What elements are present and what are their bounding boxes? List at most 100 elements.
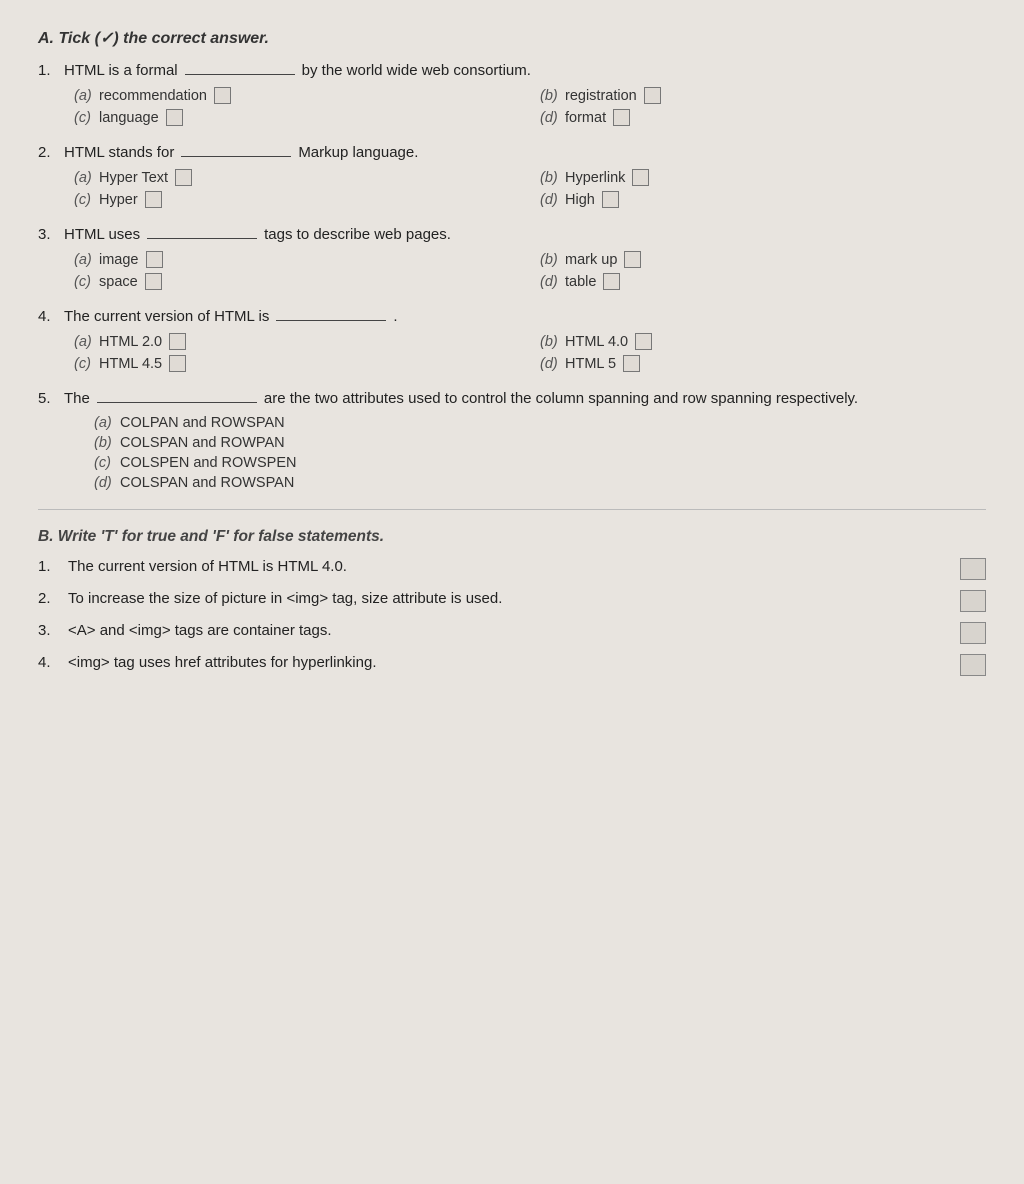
q1-d-text: format xyxy=(565,110,606,126)
q3-a-letter: (a) xyxy=(74,252,92,268)
tf-question-3: 3. <A> and <img> tags are container tags… xyxy=(38,622,986,644)
q2-b-checkbox[interactable] xyxy=(632,169,649,186)
q2-option-c: (c) Hyper xyxy=(74,191,520,208)
q5-b-text: COLSPAN and ROWPAN xyxy=(120,435,285,451)
tf-question-2: 2. To increase the size of picture in <i… xyxy=(38,590,986,612)
q2-c-checkbox[interactable] xyxy=(145,191,162,208)
section-divider xyxy=(38,509,986,510)
q2-text-before: HTML stands for xyxy=(64,144,174,161)
q4-d-letter: (d) xyxy=(540,356,558,372)
q5-b-letter: (b) xyxy=(94,435,112,451)
q4-c-checkbox[interactable] xyxy=(169,355,186,372)
q4-b-letter: (b) xyxy=(540,334,558,350)
q1-c-letter: (c) xyxy=(74,110,92,126)
q2-d-checkbox[interactable] xyxy=(602,191,619,208)
tf2-text: To increase the size of picture in <img>… xyxy=(68,590,502,607)
q4-text-before: The current version of HTML is xyxy=(64,308,269,325)
q4-b-text: HTML 4.0 xyxy=(565,334,628,350)
q5-a-letter: (a) xyxy=(94,415,112,431)
question-2-text: 2. HTML stands for Markup language. xyxy=(38,144,986,161)
q2-blank xyxy=(181,156,291,157)
q3-a-checkbox[interactable] xyxy=(146,251,163,268)
q4-option-a: (a) HTML 2.0 xyxy=(74,333,520,350)
q1-b-letter: (b) xyxy=(540,88,558,104)
tf3-checkbox[interactable] xyxy=(960,622,986,644)
question-5: 5. The are the two attributes used to co… xyxy=(38,390,986,491)
q2-d-letter: (d) xyxy=(540,192,558,208)
q1-options: (a) recommendation (b) registration (c) … xyxy=(74,87,986,126)
q1-c-text: language xyxy=(99,110,159,126)
q2-a-text: Hyper Text xyxy=(99,170,168,186)
tf4-num: 4. xyxy=(38,654,60,671)
q2-c-text: Hyper xyxy=(99,192,138,208)
question-4: 4. The current version of HTML is . (a) … xyxy=(38,308,986,372)
tf1-checkbox[interactable] xyxy=(960,558,986,580)
q5-option-a: (a) COLPAN and ROWSPAN xyxy=(94,415,986,431)
q3-option-b: (b) mark up xyxy=(540,251,986,268)
section-b-header: B. Write 'T' for true and 'F' for false … xyxy=(38,528,986,546)
q5-num: 5. xyxy=(38,390,60,407)
q1-blank xyxy=(185,74,295,75)
q2-option-a: (a) Hyper Text xyxy=(74,169,520,186)
q3-option-a: (a) image xyxy=(74,251,520,268)
q4-a-checkbox[interactable] xyxy=(169,333,186,350)
q3-b-checkbox[interactable] xyxy=(624,251,641,268)
tf-question-1: 1. The current version of HTML is HTML 4… xyxy=(38,558,986,580)
q5-a-text: COLPAN and ROWSPAN xyxy=(120,415,285,431)
tf4-checkbox[interactable] xyxy=(960,654,986,676)
question-2: 2. HTML stands for Markup language. (a) … xyxy=(38,144,986,208)
q1-d-letter: (d) xyxy=(540,110,558,126)
question-3-text: 3. HTML uses tags to describe web pages. xyxy=(38,226,986,243)
tf4-text: <img> tag uses href attributes for hyper… xyxy=(68,654,377,671)
q4-c-letter: (c) xyxy=(74,356,92,372)
tf2-num: 2. xyxy=(38,590,60,607)
q1-d-checkbox[interactable] xyxy=(613,109,630,126)
question-3: 3. HTML uses tags to describe web pages.… xyxy=(38,226,986,290)
tf3-text: <A> and <img> tags are container tags. xyxy=(68,622,332,639)
q3-d-checkbox[interactable] xyxy=(603,273,620,290)
q5-c-letter: (c) xyxy=(94,455,112,471)
q1-option-b: (b) registration xyxy=(540,87,986,104)
tf2-checkbox[interactable] xyxy=(960,590,986,612)
q1-a-checkbox[interactable] xyxy=(214,87,231,104)
q4-d-checkbox[interactable] xyxy=(623,355,640,372)
q3-b-letter: (b) xyxy=(540,252,558,268)
q4-a-text: HTML 2.0 xyxy=(99,334,162,350)
q3-blank xyxy=(147,238,257,239)
q3-c-checkbox[interactable] xyxy=(145,273,162,290)
q5-option-b: (b) COLSPAN and ROWPAN xyxy=(94,435,986,451)
q3-b-text: mark up xyxy=(565,252,617,268)
page: A. Tick (✓) the correct answer. 1. HTML … xyxy=(0,0,1024,1184)
q1-text-before: HTML is a formal xyxy=(64,62,178,79)
q5-blank xyxy=(97,402,257,403)
q2-num: 2. xyxy=(38,144,60,161)
q4-option-b: (b) HTML 4.0 xyxy=(540,333,986,350)
q1-a-text: recommendation xyxy=(99,88,207,104)
q1-option-a: (a) recommendation xyxy=(74,87,520,104)
q5-option-d: (d) COLSPAN and ROWSPAN xyxy=(94,475,986,491)
q5-option-c: (c) COLSPEN and ROWSPEN xyxy=(94,455,986,471)
q4-option-c: (c) HTML 4.5 xyxy=(74,355,520,372)
q5-options: (a) COLPAN and ROWSPAN (b) COLSPAN and R… xyxy=(94,415,986,491)
q5-c-text: COLSPEN and ROWSPEN xyxy=(120,455,296,471)
q2-option-d: (d) High xyxy=(540,191,986,208)
tf1-text: The current version of HTML is HTML 4.0. xyxy=(68,558,347,575)
q4-d-text: HTML 5 xyxy=(565,356,616,372)
q1-c-checkbox[interactable] xyxy=(166,109,183,126)
q4-b-checkbox[interactable] xyxy=(635,333,652,350)
q2-text-after: Markup language. xyxy=(298,144,418,161)
q3-options: (a) image (b) mark up (c) space (d) tabl… xyxy=(74,251,986,290)
q1-b-checkbox[interactable] xyxy=(644,87,661,104)
q1-option-c: (c) language xyxy=(74,109,520,126)
q1-option-d: (d) format xyxy=(540,109,986,126)
q2-b-text: Hyperlink xyxy=(565,170,625,186)
tf-question-4: 4. <img> tag uses href attributes for hy… xyxy=(38,654,986,676)
q3-option-c: (c) space xyxy=(74,273,520,290)
q1-a-letter: (a) xyxy=(74,88,92,104)
q5-d-letter: (d) xyxy=(94,475,112,491)
q2-a-letter: (a) xyxy=(74,170,92,186)
q2-a-checkbox[interactable] xyxy=(175,169,192,186)
question-4-text: 4. The current version of HTML is . xyxy=(38,308,986,325)
q4-a-letter: (a) xyxy=(74,334,92,350)
q4-text-after: . xyxy=(393,308,397,325)
